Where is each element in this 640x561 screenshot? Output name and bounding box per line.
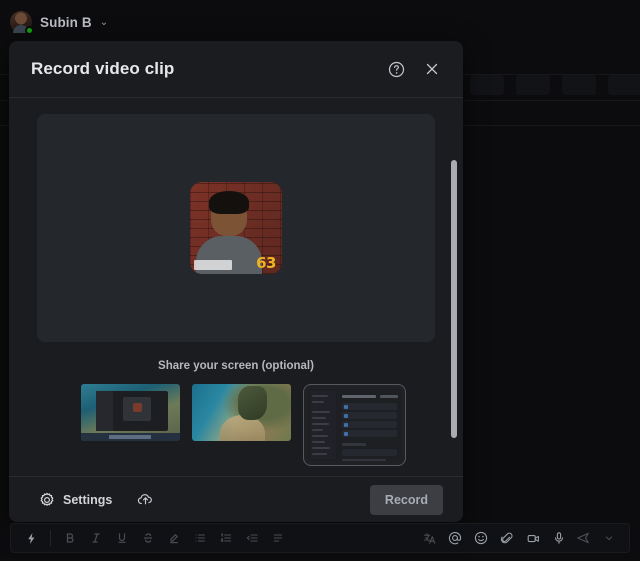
strikethrough-icon[interactable] [136,527,160,549]
quote-icon[interactable] [266,527,290,549]
dialog-body: 63 Share your screen (optional) [9,98,463,476]
thumb-content-row [342,421,397,428]
background-chip-row [470,75,640,95]
attach-icon[interactable] [495,527,519,549]
background-chip [516,75,550,95]
thumb-sidebar-line [312,395,328,397]
bulleted-list-icon[interactable] [188,527,212,549]
background-chip [608,75,640,95]
thumb-sidebar-line [312,417,326,419]
settings-button[interactable]: Settings [39,492,112,508]
upload-icon[interactable] [134,489,156,511]
record-button[interactable]: Record [369,484,443,515]
dialog-scrollbar[interactable] [451,160,457,472]
thumb-content-row [342,403,397,410]
format-lightning-icon[interactable] [19,527,43,549]
thumb-row-icon [344,423,348,427]
thumb-content-row [342,412,397,419]
send-icon[interactable] [571,527,595,549]
thumb-sidebar-line [312,411,330,413]
thumb-content-title [380,395,398,398]
thumb-sidebar-line [312,441,325,443]
underline-icon[interactable] [110,527,134,549]
send-tools [571,527,621,549]
thumb-row-icon [344,432,348,436]
bold-icon[interactable] [58,527,82,549]
settings-label: Settings [63,492,113,507]
dialog-header: Record video clip [9,41,463,98]
screen-thumbnail-app-window[interactable] [303,384,406,466]
format-tools [19,527,290,549]
dialog-header-actions [385,58,443,80]
emoji-icon[interactable] [469,527,493,549]
toolbar-separator [50,530,51,546]
thumb-sidebar-line [312,453,327,455]
help-icon[interactable] [385,58,407,80]
record-video-clip-dialog: Record video clip 63 Share your screen (… [9,41,463,522]
avatar[interactable] [10,11,34,35]
italic-icon[interactable] [84,527,108,549]
thumb-sidebar-line [312,435,328,437]
thumb-window-camera [133,403,142,412]
overlay-ticker [194,260,232,270]
background-chip [470,75,504,95]
dialog-title: Record video clip [31,59,175,78]
gear-icon [39,492,55,508]
send-options-icon[interactable] [597,527,621,549]
thumb-content-line [342,459,386,461]
translate-icon[interactable] [417,527,441,549]
mention-icon[interactable] [443,527,467,549]
microphone-icon[interactable] [547,527,571,549]
video-clip-icon[interactable] [521,527,545,549]
thumb-content-row [342,449,397,456]
thumb-sidebar-line [312,401,324,403]
thumb-cliff [237,386,268,421]
screen-thumbnail-row [37,384,441,466]
highlight-icon[interactable] [162,527,186,549]
screen-thumbnail-wallpaper[interactable] [192,384,291,441]
camera-preview: 63 [37,114,435,342]
thumb-sidebar-line [312,429,323,431]
thumb-row-icon [344,414,348,418]
camera-preview-video: 63 [190,182,282,274]
thumb-taskbar [81,433,180,441]
screen-thumbnail-desktop[interactable] [81,384,180,441]
message-composer-toolbar[interactable] [10,523,630,553]
overlay-score: 63 [256,254,276,272]
numbered-list-icon[interactable] [214,527,238,549]
decrease-indent-icon[interactable] [240,527,264,549]
thumb-sidebar-line [312,423,329,425]
share-screen-label: Share your screen (optional) [158,360,314,372]
thumb-app-content [308,389,401,461]
user-bar[interactable]: Subin B ⌄ [10,8,108,36]
scrollbar-thumb[interactable] [451,160,457,438]
background-chip [562,75,596,95]
thumb-row-icon [344,405,348,409]
thumb-content-title [342,395,376,398]
action-tools [417,527,571,549]
person-hair [209,191,249,214]
thumb-sidebar-line [312,447,330,449]
thumb-content-line [342,443,366,446]
dialog-footer: Settings Record [9,476,463,522]
presence-indicator [25,26,34,35]
chevron-down-icon[interactable]: ⌄ [100,18,108,28]
thumb-window-sidebar [96,391,113,431]
user-name: Subin B [40,14,92,30]
close-icon[interactable] [421,58,443,80]
app-root: Subin B ⌄ Record video clip 63 Share you… [0,0,640,561]
thumb-content-row [342,430,397,437]
